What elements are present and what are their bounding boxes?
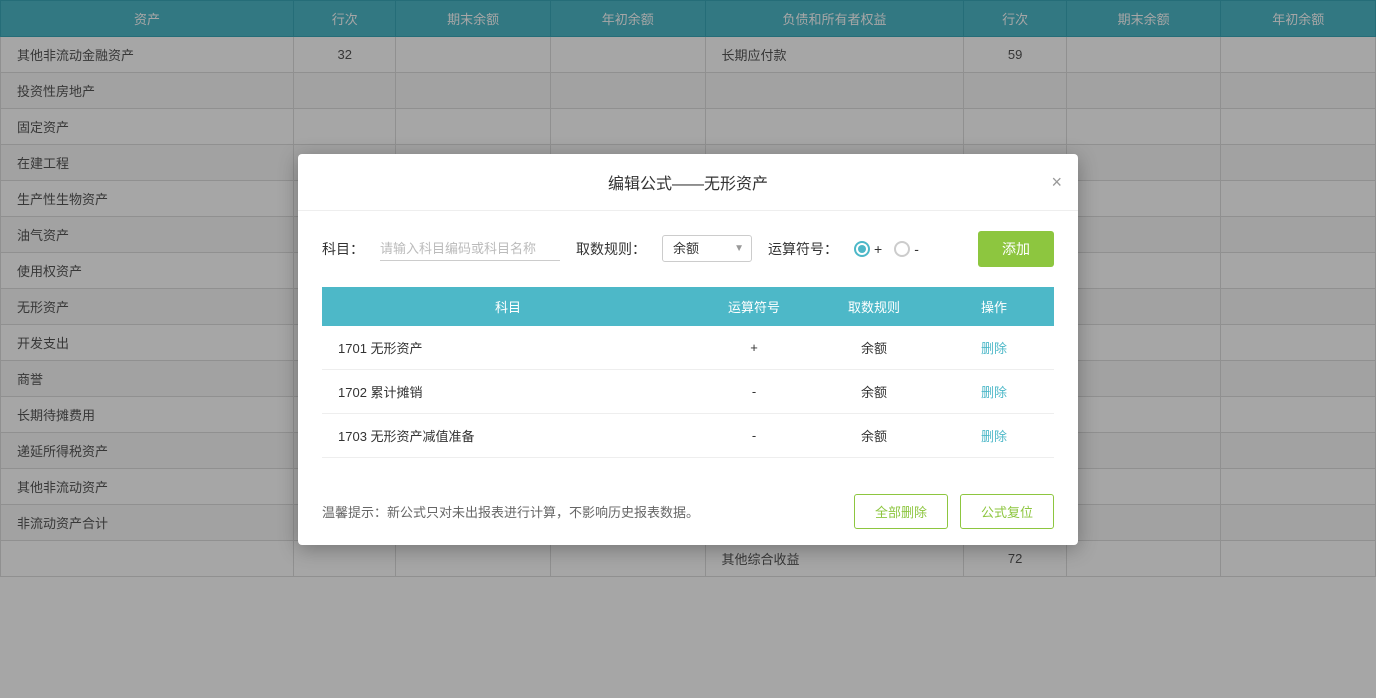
formula-row: 1701 无形资产+余额 删除 [322,326,1054,370]
formula-rule: 余额 [814,326,934,370]
formula-table: 科目 运算符号 取数规则 操作 1701 无形资产+余额删除1702 累计摊销-… [322,287,1054,458]
form-row: 科目： 取数规则： 余额 借方 贷方 借方累计 贷方累计 ▼ 运算符号： [322,231,1054,267]
radio-minus-label: - [914,241,919,257]
add-button[interactable]: 添加 [978,231,1054,267]
formula-operator: - [694,369,814,413]
modal-close-button[interactable]: × [1051,173,1062,191]
formula-row: 1702 累计摊销-余额 删除 [322,369,1054,413]
delete-all-button[interactable]: 全部删除 [854,494,948,529]
modal-dialog: 编辑公式——无形资产 × 科目： 取数规则： 余额 借方 贷方 借方累计 贷方累… [298,154,1078,545]
formula-row: 1703 无形资产减值准备-余额 删除 [322,413,1054,457]
rule-select-wrapper: 余额 借方 贷方 借方累计 贷方累计 ▼ [662,235,752,262]
formula-subject: 1703 无形资产减值准备 [322,413,694,457]
modal-footer: 温馨提示：新公式只对未出报表进行计算，不影响历史报表数据。 全部删除 公式复位 [298,478,1078,545]
radio-plus-label: + [874,241,882,257]
table-header-action: 操作 [934,287,1054,326]
footer-buttons: 全部删除 公式复位 [854,494,1054,529]
subject-input[interactable] [380,237,560,261]
operator-radio-group: + - [854,241,919,257]
rule-label: 取数规则： [576,239,646,259]
table-header-rule: 取数规则 [814,287,934,326]
delete-row-link[interactable]: 删除 [981,341,1007,356]
formula-operator: + [694,326,814,370]
rule-select[interactable]: 余额 借方 贷方 借方累计 贷方累计 [662,235,752,262]
modal-overlay: 编辑公式——无形资产 × 科目： 取数规则： 余额 借方 贷方 借方累计 贷方累… [0,0,1376,698]
warning-text: 温馨提示：新公式只对未出报表进行计算，不影响历史报表数据。 [322,502,699,521]
radio-plus-circle [854,241,870,257]
formula-operator: - [694,413,814,457]
radio-minus-circle [894,241,910,257]
formula-action: 删除 [934,326,1054,370]
formula-action: 删除 [934,413,1054,457]
table-header-operator: 运算符号 [694,287,814,326]
radio-minus-item[interactable]: - [894,241,919,257]
formula-rule: 余额 [814,413,934,457]
modal-body: 科目： 取数规则： 余额 借方 贷方 借方累计 贷方累计 ▼ 运算符号： [298,211,1078,478]
delete-row-link[interactable]: 删除 [981,429,1007,444]
formula-subject: 1701 无形资产 [322,326,694,370]
radio-plus-item[interactable]: + [854,241,882,257]
delete-row-link[interactable]: 删除 [981,385,1007,400]
subject-label: 科目： [322,239,364,259]
formula-subject: 1702 累计摊销 [322,369,694,413]
formula-action: 删除 [934,369,1054,413]
reset-formula-button[interactable]: 公式复位 [960,494,1054,529]
operator-label: 运算符号： [768,239,838,259]
modal-title: 编辑公式——无形资产 [608,176,768,193]
formula-rule: 余额 [814,369,934,413]
table-header-subject: 科目 [322,287,694,326]
modal-header: 编辑公式——无形资产 × [298,154,1078,211]
